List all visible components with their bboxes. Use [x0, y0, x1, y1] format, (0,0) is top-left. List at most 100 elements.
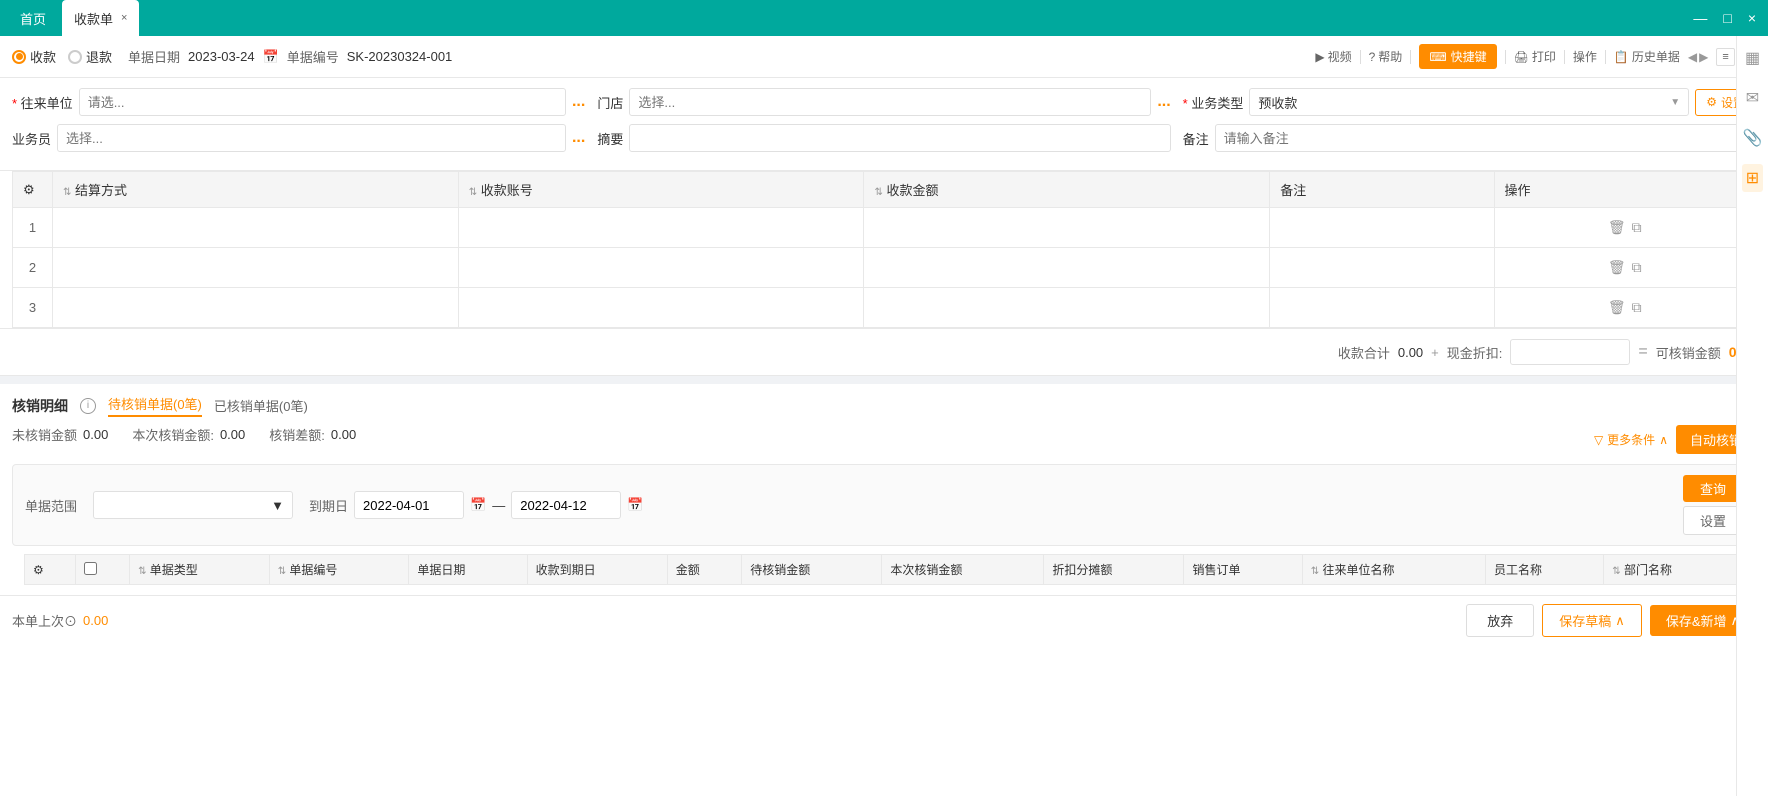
date-to-input[interactable]: [511, 491, 621, 519]
sort-account[interactable]: ⇅: [469, 187, 477, 198]
section-divider: [0, 376, 1768, 384]
row-3-amount[interactable]: [864, 288, 1270, 328]
radio-refund-dot: [68, 50, 82, 64]
sidebar-camera-icon[interactable]: ⊞: [1742, 164, 1763, 192]
summary-input[interactable]: [629, 124, 1170, 152]
sort-amount[interactable]: ⇅: [874, 187, 882, 198]
list-view-icon[interactable]: ≡: [1716, 48, 1734, 66]
sidebar-attachment-icon[interactable]: 📎: [1739, 124, 1767, 152]
abandon-btn[interactable]: 放弃: [1466, 604, 1534, 637]
nav-tab-home[interactable]: 首页: [8, 0, 58, 36]
completed-tab[interactable]: 已核销单据(0笔): [214, 396, 308, 415]
row-2-settlement[interactable]: [53, 248, 459, 288]
row-2-delete-btn[interactable]: 🗑: [1608, 259, 1626, 276]
bth-doc-date: 单据日期: [409, 555, 527, 585]
row-2-account[interactable]: [458, 248, 864, 288]
pending-tab[interactable]: 待核销单据(0笔): [108, 394, 202, 417]
th-amount: ⇅ 收款金额: [864, 172, 1270, 208]
nav-tab-receipt[interactable]: 收款单 ×: [62, 0, 139, 36]
total-value: 0.00: [1398, 345, 1423, 360]
bth-gear[interactable]: ⚙: [25, 555, 76, 585]
help-btn[interactable]: ? 帮助: [1369, 48, 1403, 65]
receipt-type-radio-group: 收款 退款: [12, 47, 112, 66]
row-2-copy-btn[interactable]: ⧉: [1632, 259, 1642, 276]
win-close-btn[interactable]: ×: [1744, 10, 1760, 26]
shop-input[interactable]: [629, 88, 1151, 116]
shop-label: 门店: [597, 93, 623, 112]
radio-refund[interactable]: 退款: [68, 47, 112, 66]
doc-date-value: 2023-03-24: [188, 49, 255, 64]
current-recon-stat: 本次核销金额: 0.00: [132, 425, 245, 444]
row-1-copy-btn[interactable]: ⧉: [1632, 219, 1642, 236]
recon-filter-row: 单据范围 ▼ 到期日 📅 — 📅 查询 设置: [12, 464, 1756, 546]
more-conditions-btn[interactable]: ▽ 更多条件 ∧: [1594, 431, 1668, 448]
close-tab-icon[interactable]: ×: [121, 12, 127, 24]
date-from-input[interactable]: [354, 491, 464, 519]
doc-date-calendar-icon[interactable]: 📅: [263, 49, 279, 65]
history-btn[interactable]: 📋 历史单据: [1614, 48, 1680, 65]
radio-receipt[interactable]: 收款: [12, 47, 56, 66]
uncleared-value: 0.00: [83, 427, 108, 442]
date-to-calendar-icon[interactable]: 📅: [627, 497, 643, 513]
salesman-input[interactable]: [57, 124, 566, 152]
row-3-settlement[interactable]: [53, 288, 459, 328]
row-3-delete-btn[interactable]: 🗑: [1608, 299, 1626, 316]
select-all-checkbox[interactable]: [84, 562, 97, 575]
discount-input[interactable]: [1510, 339, 1630, 365]
shop-more-btn[interactable]: ...: [1157, 93, 1170, 111]
recon-info-icon[interactable]: i: [80, 398, 96, 414]
filter-range-select[interactable]: ▼: [93, 491, 293, 519]
row-3-remark[interactable]: [1270, 288, 1494, 328]
row-1-remark[interactable]: [1270, 208, 1494, 248]
bth-sales-order: 销售订单: [1184, 555, 1302, 585]
remark-input[interactable]: [1215, 124, 1756, 152]
summary-field: 摘要: [597, 124, 1170, 152]
shortcut-btn[interactable]: ⌨ 快捷键: [1419, 44, 1496, 69]
bth-employee: 员工名称: [1486, 555, 1604, 585]
counterparty-more-btn[interactable]: ...: [572, 93, 585, 111]
row-1-account[interactable]: [458, 208, 864, 248]
footer-btn-group: 放弃 保存草稿 ∧ 保存&新增 ∧: [1466, 604, 1756, 637]
row-2-amount[interactable]: [864, 248, 1270, 288]
date-range-group: 到期日 📅 — 📅: [309, 491, 643, 519]
video-btn[interactable]: ▶ 视频: [1315, 48, 1351, 65]
next-arrow[interactable]: ▶: [1699, 50, 1708, 64]
operation-btn[interactable]: 操作: [1573, 48, 1597, 65]
bth-checkbox[interactable]: [75, 555, 130, 585]
row-1-delete-btn[interactable]: 🗑: [1608, 219, 1626, 236]
sidebar-email-icon[interactable]: ✉: [1742, 84, 1763, 112]
print-icon: 🖨: [1514, 50, 1529, 64]
remark-field: 备注: [1183, 124, 1756, 152]
counterparty-input[interactable]: [79, 88, 566, 116]
win-max-btn[interactable]: □: [1719, 10, 1735, 26]
win-min-btn[interactable]: —: [1689, 10, 1711, 26]
filter-range-label: 单据范围: [25, 496, 77, 515]
help-icon: ?: [1369, 50, 1376, 64]
sort-settlement[interactable]: ⇅: [63, 187, 71, 198]
th-account: ⇅ 收款账号: [458, 172, 864, 208]
biz-type-value: 预收款: [1258, 93, 1297, 112]
receipt-table: ⚙ ⇅ 结算方式 ⇅ 收款账号 ⇅ 收款金额 备注: [12, 171, 1756, 328]
query-btn[interactable]: 查询: [1683, 475, 1743, 502]
header-actions: ▶ 视频 ? 帮助 ⌨ 快捷键 🖨 打印 操作: [1315, 44, 1756, 69]
form-row-2: 业务员 ... 摘要 备注: [12, 124, 1756, 152]
sidebar-table-icon[interactable]: ▦: [1741, 44, 1764, 72]
form-section: 往来单位 ... 门店 ... 业务类型 预收款 ▼ ⚙ 设置: [0, 78, 1768, 171]
row-1-settlement[interactable]: [53, 208, 459, 248]
save-draft-btn[interactable]: 保存草稿 ∧: [1542, 604, 1642, 637]
row-3-account[interactable]: [458, 288, 864, 328]
row-2-remark[interactable]: [1270, 248, 1494, 288]
row-1-amount[interactable]: [864, 208, 1270, 248]
diff-stat: 核销差额: 0.00: [269, 425, 356, 444]
biz-type-select[interactable]: 预收款 ▼: [1249, 88, 1689, 116]
salesman-more-btn[interactable]: ...: [572, 129, 585, 147]
filter-setting-btn[interactable]: 设置: [1683, 506, 1743, 535]
prev-arrow[interactable]: ◀: [1688, 50, 1697, 64]
row-3-copy-btn[interactable]: ⧉: [1632, 299, 1642, 316]
date-from-calendar-icon[interactable]: 📅: [470, 497, 486, 513]
th-gear[interactable]: ⚙: [13, 172, 53, 208]
bth-amount: 金额: [667, 555, 742, 585]
divider-4: [1564, 50, 1565, 64]
print-btn[interactable]: 🖨 打印: [1514, 48, 1556, 65]
radio-receipt-label: 收款: [30, 47, 56, 66]
